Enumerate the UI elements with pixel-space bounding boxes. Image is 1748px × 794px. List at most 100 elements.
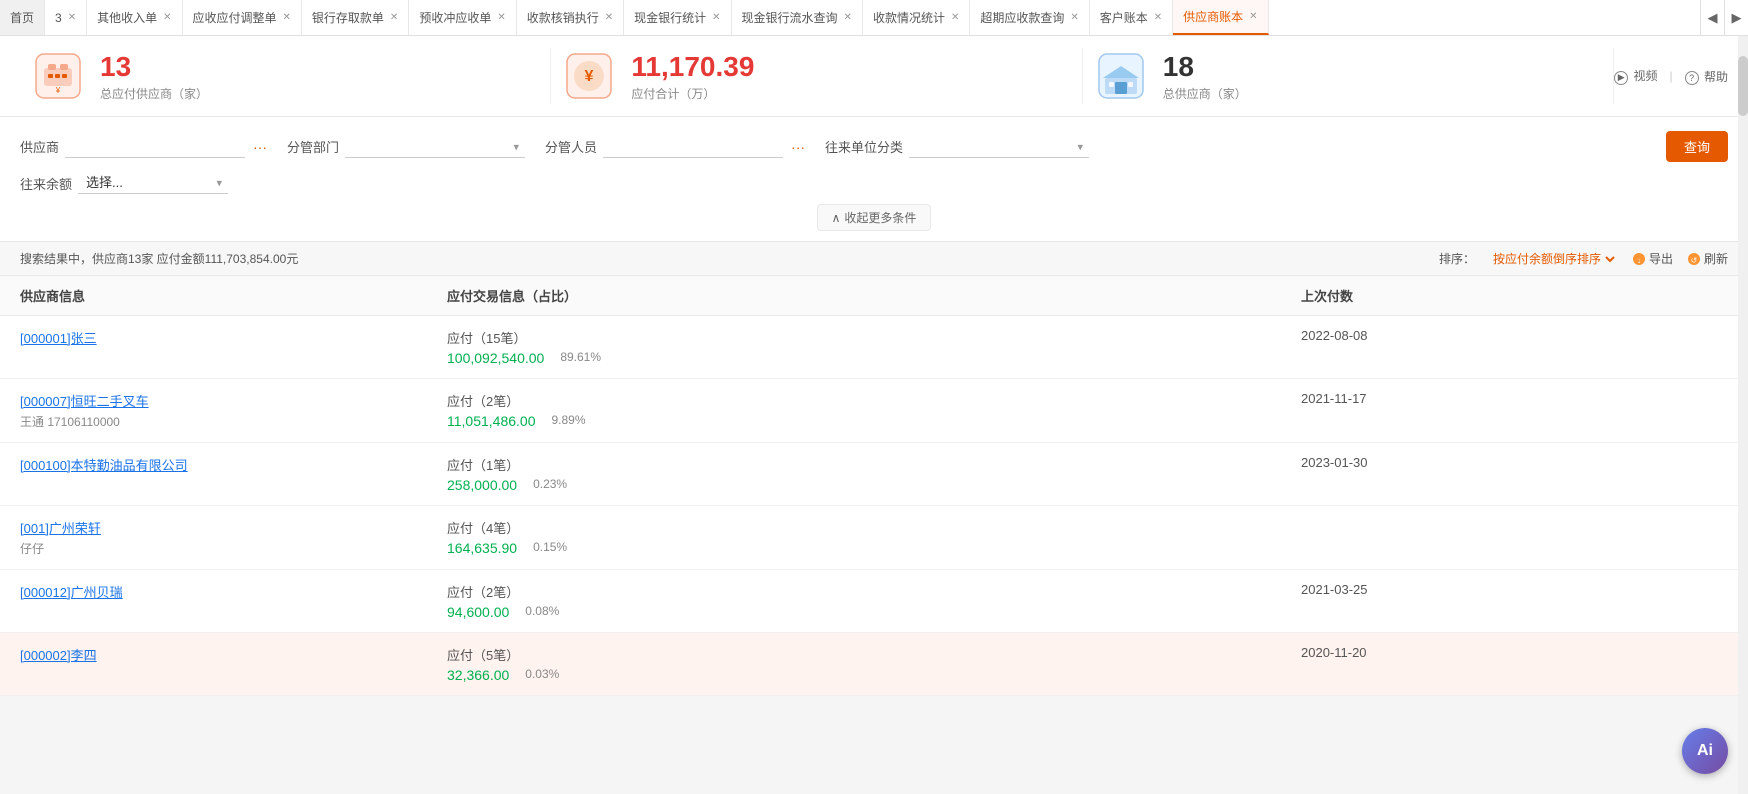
close-icon[interactable]: ✕	[497, 12, 505, 23]
supplier-label: 供应商	[20, 137, 59, 156]
col-pay-info: 应付交易信息（占比）	[447, 286, 1301, 305]
supplier-link-2[interactable]: [000007]恒旺二手叉车	[20, 391, 447, 410]
supplier-link-6[interactable]: [000002]李四	[20, 645, 447, 664]
close-icon[interactable]: ✕	[1249, 11, 1257, 22]
last-pay-cell-3: 2023-01-30	[1301, 455, 1728, 470]
table-row: [000012]广州贝瑞 应付（2笔） 94,600.00 0.08% 2021…	[0, 570, 1748, 633]
nav-tab-cash-bank-stat[interactable]: 现金银行统计 ✕	[624, 0, 731, 35]
supplier-cell-6: [000002]李四	[20, 645, 447, 664]
ar-ap-adjust-label: 应收应付调整单	[193, 9, 277, 26]
close-icon[interactable]: ✕	[163, 12, 171, 23]
nav-tab-ar-ap-adjust[interactable]: 应收应付调整单 ✕	[183, 0, 302, 35]
ai-badge[interactable]: Ai	[1682, 728, 1728, 774]
last-pay-date-5: 2021-03-25	[1301, 582, 1368, 597]
unit-category-label: 往来单位分类	[825, 137, 903, 156]
close-icon[interactable]: ✕	[1154, 12, 1162, 23]
balance-select[interactable]: 选择...	[78, 172, 228, 194]
close-icon[interactable]: ✕	[712, 12, 720, 23]
supplier-cell-4: [001]广州荣轩 仔仔	[20, 518, 447, 557]
payable-suppliers-number: 13	[100, 50, 208, 84]
supplier-link-4[interactable]: [001]广州荣轩	[20, 518, 447, 537]
person-input[interactable]	[603, 136, 783, 158]
dept-label: 分管部门	[287, 137, 339, 156]
last-pay-date-1: 2022-08-08	[1301, 328, 1368, 343]
card-amount-info: 11,170.39 应付合计（万）	[631, 50, 754, 103]
supplier-link-5[interactable]: [000012]广州贝瑞	[20, 582, 447, 601]
person-label: 分管人员	[545, 137, 597, 156]
nav-tab-home[interactable]: 首页	[0, 0, 45, 35]
export-icon: ↓	[1632, 252, 1646, 266]
dept-select[interactable]	[345, 136, 525, 158]
nav-prev-arrow[interactable]: ◀	[1700, 0, 1724, 36]
refresh-button[interactable]: ↺ 刷新	[1687, 250, 1728, 267]
supplier-link-3[interactable]: [000100]本特勤油品有限公司	[20, 455, 447, 474]
supplier-link-1[interactable]: [000001]张三	[20, 328, 447, 347]
supplier-input[interactable]	[65, 136, 245, 158]
dept-field: 分管部门	[287, 136, 525, 158]
person-dots-btn[interactable]: ···	[791, 139, 805, 155]
table-row: [000100]本特勤油品有限公司 应付（1笔） 258,000.00 0.23…	[0, 443, 1748, 506]
top-right-links: ▶ 视频 | ? 帮助	[1614, 67, 1728, 85]
table-row: [000007]恒旺二手叉车 王通 17106110000 应付（2笔） 11,…	[0, 379, 1748, 443]
pay-amount-6[interactable]: 32,366.00	[447, 667, 509, 683]
pay-cell-2: 应付（2笔） 11,051,486.00 9.89%	[447, 391, 1301, 429]
total-amount-number: 11,170.39	[631, 50, 754, 84]
last-pay-cell-1: 2022-08-08	[1301, 328, 1728, 343]
nav-tab-cash-bank-flow[interactable]: 现金银行流水查询 ✕	[732, 0, 863, 35]
table-header: 供应商信息 应付交易信息（占比） 上次付数	[0, 276, 1748, 316]
sort-select[interactable]: 按应付余额倒序排序	[1489, 251, 1618, 267]
video-link[interactable]: ▶ 视频	[1614, 67, 1657, 85]
collapse-area: ∧ 收起更多条件	[20, 204, 1728, 231]
scrollbar-thumb[interactable]	[1738, 56, 1748, 116]
close-icon[interactable]: ✕	[390, 12, 398, 23]
pay-cell-6: 应付（5笔） 32,366.00 0.03%	[447, 645, 1301, 683]
nav-tab-bank-deposit[interactable]: 银行存取款单 ✕	[302, 0, 409, 35]
supplier-dots-btn[interactable]: ···	[253, 139, 267, 155]
nav-tab-3[interactable]: 3 ✕	[45, 0, 87, 35]
close-icon[interactable]: ✕	[68, 12, 76, 23]
svg-text:¥: ¥	[585, 68, 594, 85]
nav-tab-supplier-ledger[interactable]: 供应商账本 ✕	[1173, 0, 1268, 35]
tab-3-label: 3	[55, 11, 62, 25]
pay-amount-4[interactable]: 164,635.90	[447, 540, 517, 556]
summary-card-total-suppliers: 18 总供应商（家）	[1083, 48, 1614, 104]
search-row-1: 供应商 ··· 分管部门 分管人员 ··· 往来单位分类	[20, 131, 1728, 162]
close-icon[interactable]: ✕	[605, 12, 613, 23]
pay-label-4: 应付（4笔）	[447, 518, 1301, 537]
nav-tab-prepay-collect[interactable]: 预收冲应收单 ✕	[409, 0, 516, 35]
nav-tab-collect-stat[interactable]: 收款情况统计 ✕	[863, 0, 970, 35]
pay-percent-4: 0.15%	[533, 540, 567, 554]
nav-next-arrow[interactable]: ▶	[1724, 0, 1748, 36]
pay-label-6: 应付（5笔）	[447, 645, 1301, 664]
table-row: [001]广州荣轩 仔仔 应付（4笔） 164,635.90 0.15%	[0, 506, 1748, 570]
amount-icon: ¥	[561, 48, 617, 104]
collapse-button[interactable]: ∧ 收起更多条件	[817, 204, 932, 231]
pay-amount-5[interactable]: 94,600.00	[447, 604, 509, 620]
close-icon[interactable]: ✕	[844, 12, 852, 23]
pay-cell-1: 应付（15笔） 100,092,540.00 89.61%	[447, 328, 1301, 366]
close-icon[interactable]: ✕	[283, 12, 291, 23]
refresh-icon: ↺	[1687, 252, 1701, 266]
query-button[interactable]: 查询	[1666, 131, 1728, 162]
pay-amount-3[interactable]: 258,000.00	[447, 477, 517, 493]
scrollbar-track[interactable]	[1738, 36, 1748, 794]
export-button[interactable]: ↓ 导出	[1632, 250, 1673, 267]
bank-deposit-label: 银行存取款单	[312, 9, 384, 26]
nav-tab-overdue-query[interactable]: 超期应收款查询 ✕	[970, 0, 1089, 35]
search-row-2: 往来余额 选择...	[20, 172, 1728, 194]
unit-category-select[interactable]	[909, 136, 1089, 158]
supplier-sub-4: 仔仔	[20, 540, 447, 557]
pay-amount-2[interactable]: 11,051,486.00	[447, 413, 536, 429]
total-suppliers-number: 18	[1163, 50, 1247, 84]
pay-amount-1[interactable]: 100,092,540.00	[447, 350, 544, 366]
nav-tab-collect-verify[interactable]: 收款核销执行 ✕	[517, 0, 624, 35]
svg-text:↓: ↓	[1637, 256, 1641, 265]
help-link[interactable]: ? 帮助	[1685, 68, 1728, 85]
nav-tab-other-income[interactable]: 其他收入单 ✕	[87, 0, 182, 35]
collect-stat-label: 收款情况统计	[873, 9, 945, 26]
card-payable-info: 13 总应付供应商（家）	[100, 50, 208, 103]
close-icon[interactable]: ✕	[951, 12, 959, 23]
right-actions: 排序： 按应付余额倒序排序 ↓ 导出 ↺ 刷新	[1439, 250, 1728, 267]
nav-tab-customer-ledger[interactable]: 客户账本 ✕	[1090, 0, 1173, 35]
close-icon[interactable]: ✕	[1070, 12, 1078, 23]
